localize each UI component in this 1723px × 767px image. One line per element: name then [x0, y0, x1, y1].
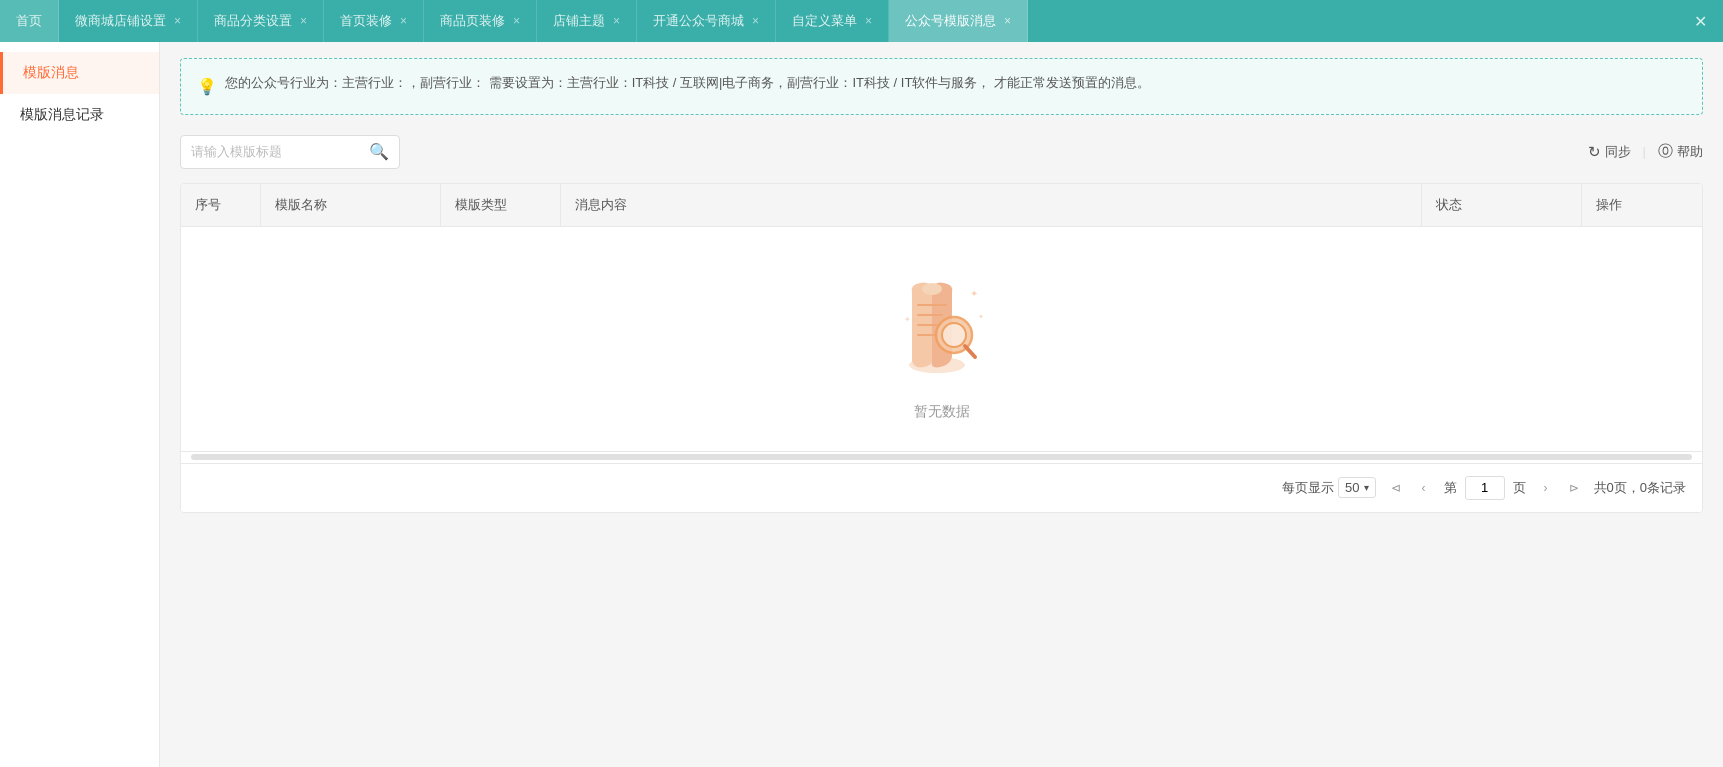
tab-label: 店铺主题	[553, 12, 605, 30]
tab-shop-settings[interactable]: 微商城店铺设置 ×	[59, 0, 198, 42]
empty-illustration: ✦ ✦ ✦	[882, 267, 1002, 387]
toolbar-right: ↻ 同步 | ⓪ 帮助	[1588, 142, 1703, 161]
sync-icon: ↻	[1588, 143, 1601, 161]
scrollbar-track[interactable]	[191, 454, 1692, 460]
empty-text: 暂无数据	[914, 403, 970, 421]
global-close-button[interactable]: ✕	[1678, 12, 1723, 31]
main-layout: 模版消息 模版消息记录 💡 您的公众号行业为：主营行业：，副营行业： 需要设置为…	[0, 42, 1723, 767]
notice-text: 您的公众号行业为：主营行业：，副营行业： 需要设置为：主营行业：IT科技 / 互…	[225, 73, 1150, 94]
page-unit-label: 页	[1513, 479, 1526, 497]
tab-template-message[interactable]: 公众号模版消息 ×	[889, 0, 1028, 42]
dropdown-arrow-icon: ▾	[1364, 482, 1369, 493]
page-di-label: 第	[1444, 479, 1457, 497]
tab-close-icon[interactable]: ×	[613, 14, 620, 28]
empty-state: ✦ ✦ ✦ 暂无数据	[181, 227, 1702, 451]
tab-label: 微商城店铺设置	[75, 12, 166, 30]
tab-label: 首页装修	[340, 12, 392, 30]
scrollbar-area[interactable]	[181, 451, 1702, 463]
notice-icon: 💡	[197, 74, 217, 100]
page-size-dropdown[interactable]: 50 ▾	[1338, 477, 1375, 498]
tab-label: 自定义菜单	[792, 12, 857, 30]
notice-highlight: 需要设置为：主营行业：IT科技 / 互联网|电子商务，副营行业：IT科技 / I…	[489, 75, 991, 90]
page-nav: ⊲ ‹ 第 页 › ⊳	[1384, 476, 1586, 500]
tab-close-icon[interactable]: ×	[300, 14, 307, 28]
tab-product-decoration[interactable]: 商品页装修 ×	[424, 0, 537, 42]
next-page-button[interactable]: ›	[1534, 476, 1558, 500]
sidebar-item-label: 模版消息	[23, 64, 79, 80]
col-type: 模版类型	[441, 184, 561, 226]
sync-label: 同步	[1605, 143, 1631, 161]
tab-close-icon[interactable]: ×	[513, 14, 520, 28]
tab-label: 商品分类设置	[214, 12, 292, 30]
tab-bar: 首页 微商城店铺设置 × 商品分类设置 × 首页装修 × 商品页装修 × 店铺主…	[0, 0, 1723, 42]
tab-close-icon[interactable]: ×	[400, 14, 407, 28]
pagination-total: 共0页，0条记录	[1594, 479, 1686, 497]
svg-text:✦: ✦	[970, 288, 978, 299]
search-button[interactable]: 🔍	[369, 142, 389, 161]
divider: |	[1643, 144, 1646, 159]
tab-custom-menu[interactable]: 自定义菜单 ×	[776, 0, 889, 42]
search-bar: 🔍 ↻ 同步 | ⓪ 帮助	[180, 135, 1703, 169]
tab-close-icon[interactable]: ×	[174, 14, 181, 28]
tab-close-icon[interactable]: ×	[752, 14, 759, 28]
col-status: 状态	[1422, 184, 1582, 226]
sync-button[interactable]: ↻ 同步	[1588, 143, 1631, 161]
tab-close-icon[interactable]: ×	[1004, 14, 1011, 28]
tab-label: 首页	[16, 12, 42, 30]
data-table: 序号 模版名称 模版类型 消息内容 状态 操作	[180, 183, 1703, 513]
first-page-button[interactable]: ⊲	[1384, 476, 1408, 500]
tab-category-settings[interactable]: 商品分类设置 ×	[198, 0, 324, 42]
tab-home[interactable]: 首页	[0, 0, 59, 42]
help-button[interactable]: ⓪ 帮助	[1658, 142, 1703, 161]
sidebar: 模版消息 模版消息记录	[0, 42, 160, 767]
prev-page-button[interactable]: ‹	[1412, 476, 1436, 500]
col-content: 消息内容	[561, 184, 1422, 226]
page-input-wrap	[1465, 476, 1505, 500]
tab-label: 公众号模版消息	[905, 12, 996, 30]
content-area: 💡 您的公众号行业为：主营行业：，副营行业： 需要设置为：主营行业：IT科技 /…	[160, 42, 1723, 767]
col-name: 模版名称	[261, 184, 441, 226]
sidebar-item-label: 模版消息记录	[20, 106, 104, 122]
tab-open-mall[interactable]: 开通公众号商城 ×	[637, 0, 776, 42]
svg-text:✦: ✦	[978, 313, 984, 320]
notice-banner: 💡 您的公众号行业为：主营行业：，副营行业： 需要设置为：主营行业：IT科技 /…	[180, 58, 1703, 115]
search-input-wrap[interactable]: 🔍	[180, 135, 400, 169]
svg-point-7	[942, 323, 966, 347]
col-action: 操作	[1582, 184, 1702, 226]
last-page-button[interactable]: ⊳	[1562, 476, 1586, 500]
page-number-input[interactable]	[1465, 476, 1505, 500]
page-size-select: 每页显示 50 ▾	[1282, 477, 1375, 498]
help-icon: ⓪	[1658, 142, 1673, 161]
page-size-value: 50	[1345, 480, 1359, 495]
tab-close-icon[interactable]: ×	[865, 14, 872, 28]
sidebar-item-template-msg[interactable]: 模版消息	[0, 52, 159, 94]
pagination: 每页显示 50 ▾ ⊲ ‹ 第 页 › ⊳ 共0	[181, 463, 1702, 512]
tab-shop-theme[interactable]: 店铺主题 ×	[537, 0, 637, 42]
svg-text:✦: ✦	[904, 315, 911, 324]
col-index: 序号	[181, 184, 261, 226]
tab-label: 开通公众号商城	[653, 12, 744, 30]
tab-label: 商品页装修	[440, 12, 505, 30]
sidebar-item-template-msg-record[interactable]: 模版消息记录	[0, 94, 159, 136]
table-header: 序号 模版名称 模版类型 消息内容 状态 操作	[181, 184, 1702, 227]
help-label: 帮助	[1677, 143, 1703, 161]
page-size-label: 每页显示	[1282, 479, 1334, 497]
search-input[interactable]	[191, 144, 365, 159]
svg-line-8	[965, 346, 975, 357]
svg-point-1	[922, 283, 942, 295]
tab-home-decoration[interactable]: 首页装修 ×	[324, 0, 424, 42]
